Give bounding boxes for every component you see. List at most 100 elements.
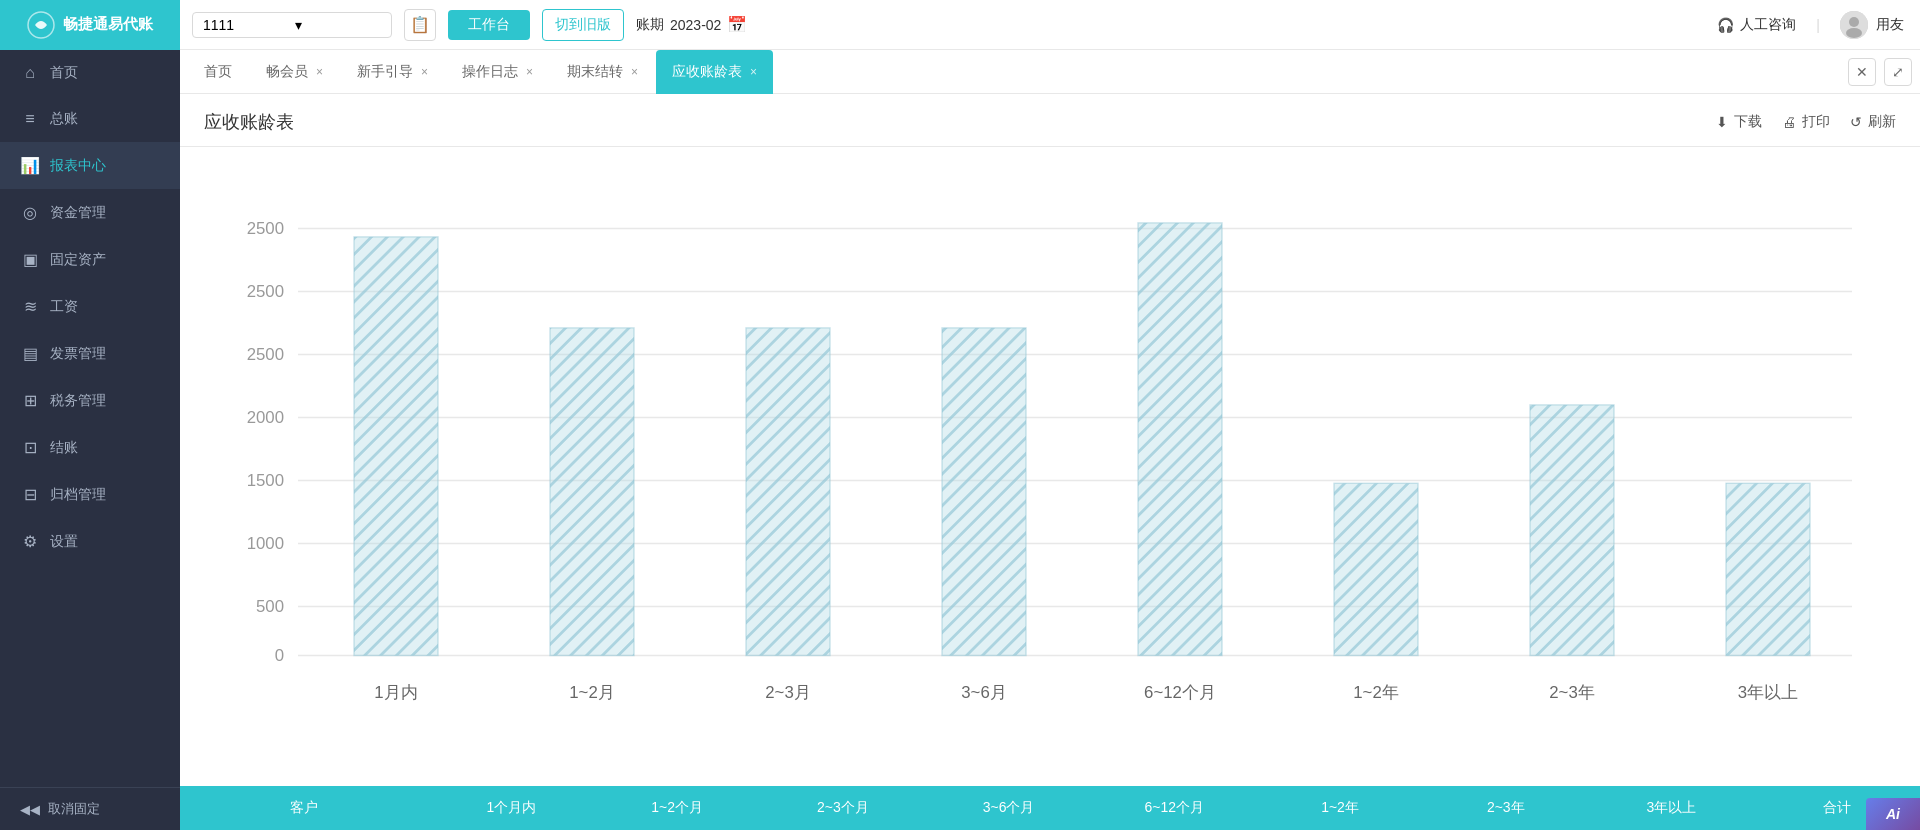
app-name: 畅捷通易代账 bbox=[63, 15, 153, 34]
nav-icon-archive: ⊟ bbox=[20, 485, 40, 504]
svg-text:3年以上: 3年以上 bbox=[1738, 683, 1798, 702]
col-1m: 1个月内 bbox=[429, 799, 595, 817]
period-area: 账期 2023-02 📅 bbox=[636, 15, 747, 34]
svg-text:1~2年: 1~2年 bbox=[1353, 683, 1398, 702]
col-3-6m: 3~6个月 bbox=[926, 799, 1092, 817]
ai-label: Ai bbox=[1886, 806, 1900, 822]
user-area[interactable]: 用友 bbox=[1840, 11, 1904, 39]
sidebar-item-assets[interactable]: ▣固定资产 bbox=[0, 236, 180, 283]
sidebar-item-reports[interactable]: 📊报表中心 bbox=[0, 142, 180, 189]
user-name: 用友 bbox=[1876, 16, 1904, 34]
tab-member-label: 畅会员 bbox=[266, 63, 308, 81]
calendar-period-icon[interactable]: 📅 bbox=[727, 15, 747, 34]
page-header: 应收账龄表 ⬇ 下载 🖨 打印 ↺ 刷新 bbox=[180, 94, 1920, 147]
headset-icon: 🎧 bbox=[1717, 17, 1734, 33]
sidebar-item-tax[interactable]: ⊞税务管理 bbox=[0, 377, 180, 424]
tab-oplog-close[interactable]: × bbox=[526, 66, 533, 78]
top-header: 畅捷通易代账 1111 ▾ 📋 工作台 切到旧版 账期 2023-02 📅 🎧 … bbox=[0, 0, 1920, 50]
tab-period-end[interactable]: 期末结转 × bbox=[551, 50, 654, 94]
nav-label-archive: 归档管理 bbox=[50, 486, 106, 504]
sidebar-item-settings[interactable]: ⚙ 设置 bbox=[0, 518, 180, 565]
sidebar-item-ledger[interactable]: ≡ 总账 bbox=[0, 96, 180, 142]
download-button[interactable]: ⬇ 下载 bbox=[1716, 113, 1762, 131]
calendar-icon[interactable]: 📋 bbox=[404, 9, 436, 41]
svg-text:1500: 1500 bbox=[247, 471, 284, 490]
print-icon: 🖨 bbox=[1782, 114, 1796, 130]
svg-text:2000: 2000 bbox=[247, 408, 284, 427]
support-area[interactable]: 🎧 人工咨询 bbox=[1717, 16, 1796, 34]
period-label: 账期 bbox=[636, 16, 664, 34]
cancel-pin-label: 取消固定 bbox=[48, 800, 100, 818]
tab-oplog-label: 操作日志 bbox=[462, 63, 518, 81]
table-header: 客户 1个月内 1~2个月 2~3个月 3~6个月 6~12个月 1~2年 2~… bbox=[180, 786, 1920, 830]
tab-member[interactable]: 畅会员 × bbox=[250, 50, 339, 94]
nav-label-settings: 设置 bbox=[50, 533, 78, 551]
nav-label-home: 首页 bbox=[50, 64, 78, 82]
logo: 畅捷通易代账 bbox=[0, 0, 180, 50]
tab-period-end-label: 期末结转 bbox=[567, 63, 623, 81]
svg-text:2500: 2500 bbox=[247, 345, 284, 364]
sidebar-item-invoice[interactable]: ▤ 发票管理 bbox=[0, 330, 180, 377]
tab-member-close[interactable]: × bbox=[316, 66, 323, 78]
sidebar-item-funds[interactable]: ◎ 资金管理 bbox=[0, 189, 180, 236]
maximize-tab-button[interactable]: ⤢ bbox=[1884, 58, 1912, 86]
nav-icon-funds: ◎ bbox=[20, 203, 40, 222]
svg-text:500: 500 bbox=[256, 597, 284, 616]
close-tab-button[interactable]: ✕ bbox=[1848, 58, 1876, 86]
svg-text:2~3月: 2~3月 bbox=[765, 683, 810, 702]
ai-badge[interactable]: Ai bbox=[1866, 798, 1920, 830]
tab-home-label: 首页 bbox=[204, 63, 232, 81]
main-layout: ⌂首页 ≡ 总账 📊报表中心 ◎ 资金管理 ▣固定资产 ≋ 工资 ▤ 发票管理 ⊞税务管理⊡结账 ⊟ 归档… bbox=[0, 50, 1920, 830]
nav-icon-salary: ≋ bbox=[20, 297, 40, 316]
tab-aging-close[interactable]: × bbox=[750, 66, 757, 78]
svg-rect-34 bbox=[1530, 405, 1614, 656]
tab-aging[interactable]: 应收账龄表 × bbox=[656, 50, 773, 94]
col-1-2y: 1~2年 bbox=[1257, 799, 1423, 817]
page-actions: ⬇ 下载 🖨 打印 ↺ 刷新 bbox=[1716, 113, 1896, 131]
svg-text:2~3年: 2~3年 bbox=[1549, 683, 1594, 702]
nav-label-ledger: 总账 bbox=[50, 110, 78, 128]
nav-label-funds: 资金管理 bbox=[50, 204, 106, 222]
svg-text:0: 0 bbox=[275, 646, 284, 665]
sidebar-nav: ⌂首页 ≡ 总账 📊报表中心 ◎ 资金管理 ▣固定资产 ≋ 工资 ▤ 发票管理 ⊞税务管理⊡结账 ⊟ 归档… bbox=[0, 50, 180, 787]
nav-label-salary: 工资 bbox=[50, 298, 78, 316]
chart-container: 2500 2500 2500 2000 1500 1000 500 0 bbox=[180, 147, 1920, 786]
svg-rect-26 bbox=[746, 328, 830, 656]
svg-text:2500: 2500 bbox=[247, 282, 284, 301]
page-content: 应收账龄表 ⬇ 下载 🖨 打印 ↺ 刷新 bbox=[180, 94, 1920, 830]
tab-home[interactable]: 首页 bbox=[188, 50, 248, 94]
pin-icon: ◀◀ bbox=[20, 802, 40, 817]
nav-label-invoice: 发票管理 bbox=[50, 345, 106, 363]
tab-period-end-close[interactable]: × bbox=[631, 66, 638, 78]
nav-icon-ledger: ≡ bbox=[20, 110, 40, 128]
col-3y-plus: 3年以上 bbox=[1589, 799, 1755, 817]
nav-icon-reports: 📊 bbox=[20, 156, 40, 175]
tab-oplog[interactable]: 操作日志 × bbox=[446, 50, 549, 94]
company-selector[interactable]: 1111 ▾ bbox=[192, 12, 392, 38]
nav-icon-invoice: ▤ bbox=[20, 344, 40, 363]
logo-icon bbox=[27, 11, 55, 39]
tab-guide-close[interactable]: × bbox=[421, 66, 428, 78]
tab-guide[interactable]: 新手引导 × bbox=[341, 50, 444, 94]
svg-rect-36 bbox=[1726, 483, 1810, 655]
nav-icon-settlement: ⊡ bbox=[20, 438, 40, 457]
avatar bbox=[1840, 11, 1868, 39]
col-1-2m: 1~2个月 bbox=[594, 799, 760, 817]
svg-text:1~2月: 1~2月 bbox=[569, 683, 614, 702]
sidebar-item-salary[interactable]: ≋ 工资 bbox=[0, 283, 180, 330]
sidebar-item-archive[interactable]: ⊟ 归档管理 bbox=[0, 471, 180, 518]
content-area: 首页 畅会员 × 新手引导 × 操作日志 × 期末结转 × 应收账龄表 × bbox=[180, 50, 1920, 830]
workspace-button[interactable]: 工作台 bbox=[448, 10, 530, 40]
nav-label-assets: 固定资产 bbox=[50, 251, 106, 269]
nav-icon-settings: ⚙ bbox=[20, 532, 40, 551]
cancel-pin-btn[interactable]: ◀◀ 取消固定 bbox=[0, 787, 180, 830]
refresh-button[interactable]: ↺ 刷新 bbox=[1850, 113, 1896, 131]
sidebar-item-settlement[interactable]: ⊡结账 bbox=[0, 424, 180, 471]
svg-text:3~6月: 3~6月 bbox=[961, 683, 1006, 702]
print-label: 打印 bbox=[1802, 113, 1830, 131]
switch-version-button[interactable]: 切到旧版 bbox=[542, 9, 624, 41]
sidebar-item-home[interactable]: ⌂首页 bbox=[0, 50, 180, 96]
print-button[interactable]: 🖨 打印 bbox=[1782, 113, 1830, 131]
nav-label-tax: 税务管理 bbox=[50, 392, 106, 410]
chevron-down-icon: ▾ bbox=[295, 17, 381, 33]
